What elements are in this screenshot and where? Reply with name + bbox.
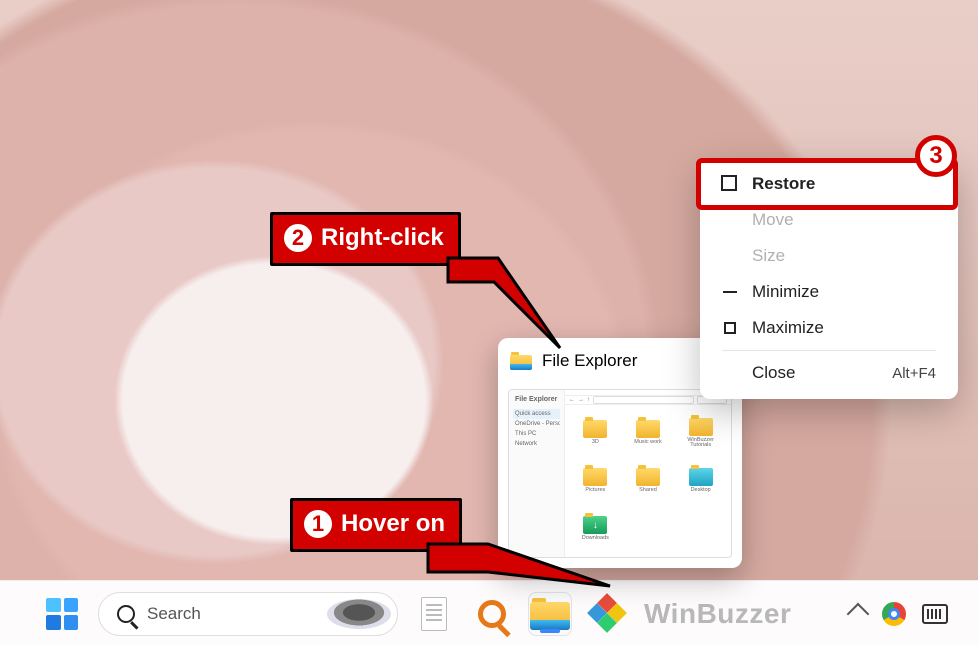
ctx-minimize[interactable]: Minimize <box>700 274 958 310</box>
taskbar-search[interactable]: Search <box>98 592 398 636</box>
preview-sidebar-title: File Explorer <box>513 394 560 405</box>
watermark-text: WinBuzzer <box>644 598 791 630</box>
ctx-close[interactable]: Close Alt+F4 <box>700 355 958 391</box>
callout-arrow-icon <box>428 544 618 614</box>
touch-keyboard-icon[interactable] <box>922 604 948 624</box>
preview-folder: WinBuzzer Tutorials <box>676 411 725 455</box>
preview-sidebar: File Explorer Quick access OneDrive - Pe… <box>509 390 565 557</box>
callout-step2-number: 2 <box>281 221 315 255</box>
callout-step1-number: 1 <box>301 507 335 541</box>
start-button[interactable] <box>40 592 84 636</box>
preview-folder: Music work <box>624 411 673 455</box>
search-highlight-image <box>327 599 391 629</box>
tray-overflow-icon[interactable] <box>847 602 870 625</box>
ctx-size: Size <box>700 238 958 274</box>
ctx-maximize[interactable]: Maximize <box>700 310 958 346</box>
callout-arrow-icon <box>448 258 598 368</box>
minimize-icon <box>722 284 738 300</box>
preview-folder: Pictures <box>571 459 620 503</box>
preview-folder: Shared <box>624 459 673 503</box>
preview-folder-grid: 3D Music work WinBuzzer Tutorials Pictur… <box>565 405 731 557</box>
ctx-move-label: Move <box>752 210 794 230</box>
callout-step3-number: 3 <box>915 135 957 177</box>
ctx-size-label: Size <box>752 246 785 266</box>
active-indicator <box>540 629 560 633</box>
search-placeholder: Search <box>147 604 201 624</box>
blank-icon <box>722 212 738 228</box>
callout-step2-text: Right-click <box>321 224 444 252</box>
thumbnail-preview[interactable]: File Explorer Quick access OneDrive - Pe… <box>508 389 732 558</box>
ctx-close-shortcut: Alt+F4 <box>892 365 936 382</box>
callout-step2: 2 Right-click <box>270 212 461 266</box>
preview-folder: 3D <box>571 411 620 455</box>
preview-folder: Desktop <box>676 459 725 503</box>
ctx-separator <box>722 350 936 351</box>
callout-step3-ring: 3 <box>696 158 958 210</box>
callout-step1: 1 Hover on <box>290 498 462 552</box>
chrome-tray-icon[interactable] <box>882 602 906 626</box>
preview-sidebar-item: Quick access <box>513 409 560 419</box>
maximize-icon <box>722 320 738 336</box>
system-tray <box>850 602 948 626</box>
ctx-minimize-label: Minimize <box>752 282 819 302</box>
blank-icon <box>722 248 738 264</box>
blank-icon <box>722 365 738 381</box>
preview-sidebar-item: This PC <box>513 429 560 439</box>
ctx-close-label: Close <box>752 363 795 383</box>
search-icon <box>117 605 135 623</box>
ctx-maximize-label: Maximize <box>752 318 824 338</box>
callout-step1-text: Hover on <box>341 510 445 538</box>
preview-sidebar-item: OneDrive - Personal <box>513 419 560 429</box>
preview-main: ←→↑ 3D Music work WinBuzzer Tutorials Pi… <box>565 390 731 557</box>
preview-sidebar-item: Network <box>513 439 560 449</box>
